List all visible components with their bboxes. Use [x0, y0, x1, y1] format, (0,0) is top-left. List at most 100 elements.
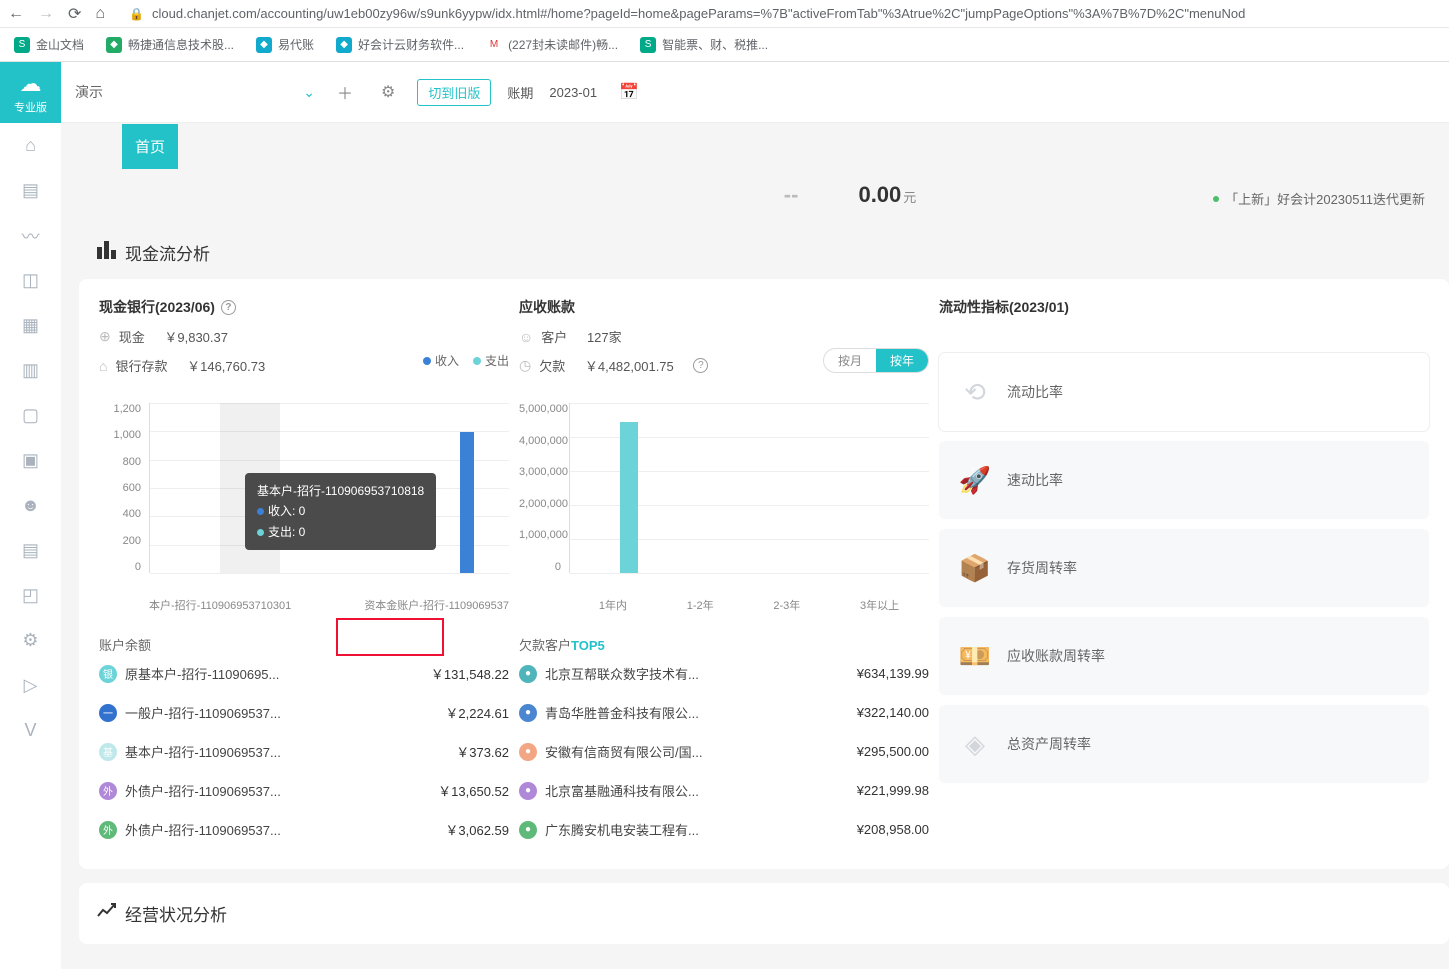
url-bar[interactable]: 🔒 cloud.chanjet.com/accounting/uw1eb00zy… — [117, 4, 1441, 23]
org-select[interactable]: 演示 ⌄ — [75, 82, 315, 102]
account-icon: 银 — [99, 665, 117, 683]
user-icon: ☺ — [519, 329, 533, 345]
account-row[interactable]: 外外债户-招行-1109069537...￥13,650.52 — [99, 771, 509, 810]
client-icon: ● — [519, 665, 537, 683]
metric-label: 存货周转率 — [1007, 558, 1077, 578]
client-row[interactable]: ●青岛华胜普金科技有限公...¥322,140.00 — [519, 693, 929, 732]
bookmark-item[interactable]: ◆畅捷通信息技术股... — [106, 36, 234, 53]
chart1-xlabels: 本户-招行-110906953710301资本金账户-招行-1109069537 — [99, 597, 509, 613]
bookmark-item[interactable]: S金山文档 — [14, 36, 84, 53]
owed-stat: ◷欠款 ￥4,482,001.75 ? — [519, 356, 708, 375]
rail-wallet-icon[interactable]: ◫ — [0, 258, 61, 303]
bookmark-item[interactable]: M(227封未读邮件)畅... — [486, 36, 618, 53]
add-icon[interactable]: ＋ — [331, 76, 359, 108]
account-row[interactable]: 外外债户-招行-1109069537...￥3,062.59 — [99, 810, 509, 849]
client-name: 北京富基融通科技有限公... — [545, 781, 849, 800]
news-dot-icon — [1213, 196, 1219, 202]
rail-home-icon[interactable]: ⌂ — [0, 123, 61, 168]
account-icon: 外 — [99, 821, 117, 839]
metric-label: 流动比率 — [1007, 382, 1063, 402]
receivables-column: 应收账款 ☺客户 127家 ◷欠款 ￥4,482,001.75 ? 按月 按年 … — [519, 297, 929, 849]
metric-card[interactable]: ⟲流动比率 — [939, 353, 1429, 431]
metric-card[interactable]: ◈ 总资产周转率 — [939, 705, 1429, 783]
metric-card[interactable]: 🚀速动比率 — [939, 441, 1429, 519]
metric-icon: 🚀 — [955, 460, 995, 500]
app-logo[interactable]: ☁ 专业版 — [0, 62, 61, 123]
rail-inbox-icon[interactable]: ◰ — [0, 573, 61, 618]
client-row[interactable]: ●安徽有信商贸有限公司/国...¥295,500.00 — [519, 732, 929, 771]
account-row[interactable]: 银原基本户-招行-11090695...￥131,548.22 — [99, 654, 509, 693]
period-toggle[interactable]: 按月 按年 — [823, 348, 929, 373]
tab-home[interactable]: 首页 — [122, 124, 178, 169]
help-icon[interactable]: ? — [221, 300, 236, 315]
period-label: 账期 — [507, 83, 533, 102]
tab-strip — [61, 123, 1449, 168]
receivables-title: 应收账款 — [519, 297, 929, 317]
rail-book-icon[interactable]: ▦ — [0, 303, 61, 348]
toggle-month[interactable]: 按月 — [824, 349, 876, 372]
gear-icon[interactable]: ⚙ — [375, 78, 401, 106]
old-version-button[interactable]: 切到旧版 — [417, 79, 491, 106]
account-row[interactable]: 一一般户-招行-1109069537...￥2,224.61 — [99, 693, 509, 732]
reload-icon[interactable]: ⟳ — [68, 4, 81, 24]
liquidity-column: 流动性指标(2023/01) ⟲流动比率 🚀速动比率 📦 存货周转率 💴应收账款周转率 ◈… — [939, 297, 1429, 849]
bookmark-item[interactable]: ◆易代账 — [256, 36, 314, 53]
back-icon[interactable]: ← — [8, 5, 24, 23]
rail-video-icon[interactable]: ▷ — [0, 663, 61, 708]
help-icon[interactable]: ? — [693, 358, 708, 373]
rail-doc-icon[interactable]: ▤ — [0, 168, 61, 213]
trend-icon — [97, 902, 117, 925]
client-row[interactable]: ●北京富基融通科技有限公...¥221,999.98 — [519, 771, 929, 810]
rail-chart-icon[interactable]: 〰 — [0, 213, 61, 258]
metric-icon: 📦 — [955, 548, 995, 588]
rail-settings-icon[interactable]: ⚙ — [0, 618, 61, 663]
rail-archive-icon[interactable]: ▤ — [0, 528, 61, 573]
forward-icon[interactable]: → — [38, 5, 54, 23]
client-amount: ¥322,140.00 — [857, 705, 929, 720]
calendar-icon[interactable]: 📅 — [613, 78, 645, 106]
client-row[interactable]: ●广东腾安机电安装工程有...¥208,958.00 — [519, 810, 929, 849]
url-text: cloud.chanjet.com/accounting/uw1eb00zy96… — [152, 6, 1245, 21]
toggle-year[interactable]: 按年 — [876, 349, 928, 372]
chart2-xlabels: 1年内1-2年2-3年3年以上 — [519, 597, 929, 613]
section-title: 现金流分析 — [125, 240, 210, 265]
rail-service-icon[interactable]: ☻ — [0, 483, 61, 528]
top-summary-strip: -- 0.00元 「上新」好会计20230511迭代更新 — [79, 168, 1449, 222]
cash-bank-chart[interactable]: 1,2001,0008006004002000 基本户-招行-110906953… — [99, 403, 509, 593]
section-header: 现金流分析 — [79, 222, 1449, 265]
client-amount: ¥634,139.99 — [857, 666, 929, 681]
cash-bank-title: 现金银行(2023/06) ? — [99, 297, 509, 317]
chart-legend: 收入 支出 — [423, 352, 509, 369]
rail-calc-icon[interactable]: ▢ — [0, 393, 61, 438]
metric-icon: ◈ — [955, 724, 995, 764]
account-icon: 基 — [99, 743, 117, 761]
top5-header: 欠款客户TOP5 — [519, 635, 929, 654]
account-row[interactable]: 基基本户-招行-1109069537...￥373.62 — [99, 732, 509, 771]
app-top-bar: 演示 ⌄ ＋ ⚙ 切到旧版 账期 2023-01 📅 — [61, 62, 1449, 123]
receivables-chart[interactable]: 5,000,0004,000,0003,000,0002,000,0001,00… — [519, 403, 929, 593]
operations-section: 经营状况分析 — [79, 883, 1449, 944]
rail-dashboard-icon[interactable]: ▣ — [0, 438, 61, 483]
bar-income — [460, 432, 474, 573]
news-item[interactable]: 「上新」好会计20230511迭代更新 — [1213, 189, 1431, 208]
account-name: 外债户-招行-1109069537... — [125, 820, 437, 839]
rail-v-icon[interactable]: V — [0, 708, 61, 753]
client-row[interactable]: ● 北京互帮联众数字技术有... ¥634,139.99 — [519, 654, 929, 693]
account-balance-header: 账户余额 — [99, 635, 509, 654]
home-icon[interactable]: ⌂ — [95, 5, 105, 23]
client-icon: ● — [519, 743, 537, 761]
metric-card[interactable]: 💴应收账款周转率 — [939, 617, 1429, 695]
bookmark-item[interactable]: S智能票、财、税推... — [640, 36, 768, 53]
coin-icon: ⊕ — [99, 328, 111, 345]
metric-card[interactable]: 📦 存货周转率 — [939, 529, 1429, 607]
account-name: 基本户-招行-1109069537... — [125, 742, 448, 761]
period-value[interactable]: 2023-01 — [549, 85, 597, 100]
client-name: 北京互帮联众数字技术有... — [545, 664, 849, 683]
account-icon: 外 — [99, 782, 117, 800]
liquidity-title: 流动性指标(2023/01) — [939, 297, 1429, 317]
nav-arrows: ← → ⟳ ⌂ — [8, 4, 105, 24]
metric-label: 总资产周转率 — [1007, 734, 1091, 754]
bookmark-item[interactable]: ◆好会计云财务软件... — [336, 36, 464, 53]
account-amount: ￥131,548.22 — [431, 664, 509, 683]
rail-form-icon[interactable]: ▥ — [0, 348, 61, 393]
